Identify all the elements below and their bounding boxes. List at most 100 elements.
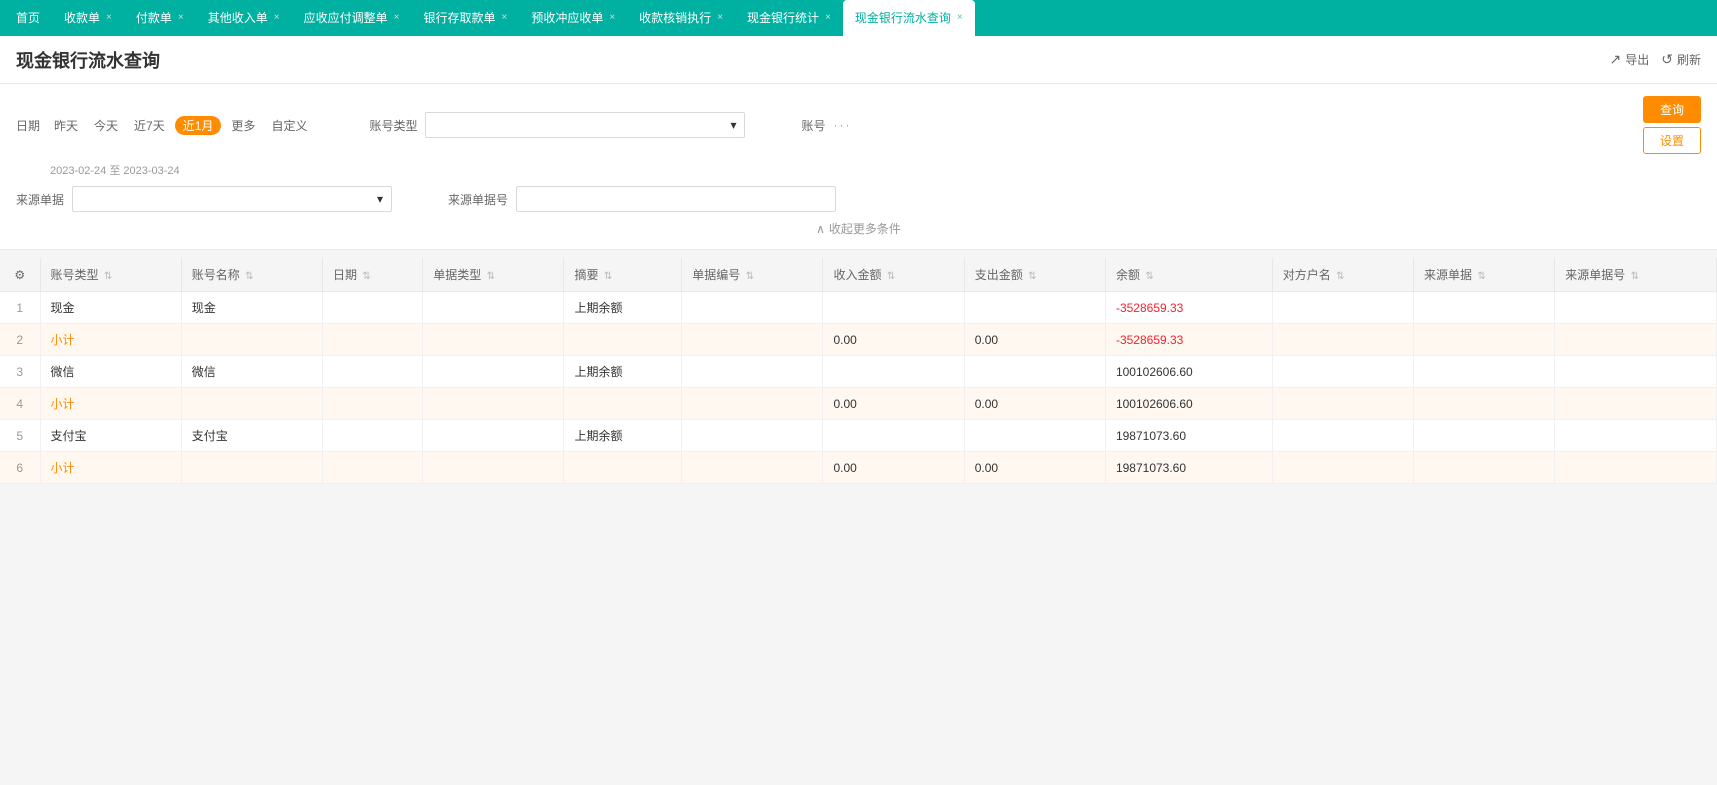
date-range-display: 2023-02-24 至 2023-03-24	[46, 162, 1701, 178]
col-account-name[interactable]: 账号名称 ⇅	[181, 258, 322, 292]
date-btn-more[interactable]: 更多	[225, 116, 261, 135]
close-icon[interactable]: ×	[609, 0, 615, 36]
sort-icon: ⇅	[1477, 271, 1485, 282]
cell-doc-no	[682, 356, 823, 388]
nav-tab-bank[interactable]: 银行存取款单 ×	[411, 0, 519, 36]
export-button[interactable]: ↗ 导出	[1610, 51, 1650, 68]
nav-tab-verify[interactable]: 收款核销执行 ×	[627, 0, 735, 36]
col-counterpart[interactable]: 对方户名 ⇅	[1272, 258, 1413, 292]
date-range-text: 2023-02-24 至 2023-03-24	[50, 165, 180, 177]
date-btn-7days[interactable]: 近7天	[128, 116, 171, 135]
date-filter: 日期 昨天 今天 近7天 近1月 更多 自定义	[16, 116, 313, 135]
source-doc-filter: 来源单据 ▾	[16, 186, 392, 212]
table-row: 5 支付宝 支付宝 上期余额 19871073.60	[0, 420, 1717, 452]
col-doc-no[interactable]: 单据编号 ⇅	[682, 258, 823, 292]
data-table: ⚙ 账号类型 ⇅ 账号名称 ⇅ 日期 ⇅ 单据类型 ⇅	[0, 258, 1717, 484]
page-header: 现金银行流水查询 ↗ 导出 ↺ 刷新	[0, 36, 1717, 84]
cell-summary	[564, 452, 682, 484]
cell-balance: -3528659.33	[1105, 292, 1272, 324]
setting-button[interactable]: 设置	[1643, 127, 1701, 154]
cell-account-name: 现金	[181, 292, 322, 324]
cell-source-doc-no	[1555, 292, 1717, 324]
nav-tab-others[interactable]: 其他收入单 ×	[196, 0, 292, 36]
cell-doc-no	[682, 324, 823, 356]
col-expense[interactable]: 支出金额 ⇅	[964, 258, 1105, 292]
close-icon[interactable]: ×	[501, 0, 507, 36]
cell-summary: 上期余额	[564, 420, 682, 452]
nav-tab-cashflow[interactable]: 现金银行流水查询 ×	[843, 0, 975, 36]
source-doc-no-label: 来源单据号	[448, 191, 508, 208]
source-doc-select[interactable]: ▾	[72, 186, 392, 212]
account-more-btn[interactable]: ···	[833, 118, 851, 132]
cell-counterpart	[1272, 388, 1413, 420]
close-icon[interactable]: ×	[394, 0, 400, 36]
sort-icon: ⇅	[1028, 271, 1036, 282]
nav-tab-shoudan[interactable]: 收款单 ×	[52, 0, 124, 36]
collapse-bar[interactable]: ∧ 收起更多条件	[16, 220, 1701, 237]
table-row: 1 现金 现金 上期余额 -3528659.33	[0, 292, 1717, 324]
nav-tab-prepay[interactable]: 预收冲应收单 ×	[519, 0, 627, 36]
close-icon[interactable]: ×	[178, 0, 184, 36]
date-label: 日期	[16, 117, 40, 134]
col-summary[interactable]: 摘要 ⇅	[564, 258, 682, 292]
nav-tab-stats[interactable]: 现金银行统计 ×	[735, 0, 843, 36]
cell-counterpart	[1272, 452, 1413, 484]
account-label: 账号	[801, 117, 825, 134]
nav-tab-fudan[interactable]: 付款单 ×	[124, 0, 196, 36]
cell-doc-type	[423, 292, 564, 324]
sort-icon: ⇅	[487, 271, 495, 282]
col-income[interactable]: 收入金额 ⇅	[823, 258, 964, 292]
filter-row-1: 日期 昨天 今天 近7天 近1月 更多 自定义 账号类型 ▾ 账号 ···	[16, 96, 1701, 154]
filter-area: 日期 昨天 今天 近7天 近1月 更多 自定义 账号类型 ▾ 账号 ···	[0, 84, 1717, 250]
source-doc-no-input[interactable]	[516, 186, 836, 212]
close-icon[interactable]: ×	[825, 0, 831, 36]
cell-source-doc	[1414, 452, 1555, 484]
date-btn-yesterday[interactable]: 昨天	[48, 116, 84, 135]
close-icon[interactable]: ×	[106, 0, 112, 36]
date-btn-custom[interactable]: 自定义	[265, 116, 313, 135]
cell-date	[322, 292, 422, 324]
cell-balance: 100102606.60	[1105, 388, 1272, 420]
date-btn-1month[interactable]: 近1月	[175, 116, 222, 135]
cell-income	[823, 292, 964, 324]
table-header: ⚙ 账号类型 ⇅ 账号名称 ⇅ 日期 ⇅ 单据类型 ⇅	[0, 258, 1717, 292]
date-btn-today[interactable]: 今天	[88, 116, 124, 135]
cell-income: 0.00	[823, 324, 964, 356]
cell-source-doc	[1414, 388, 1555, 420]
nav-home[interactable]: 首页	[4, 0, 52, 36]
close-icon[interactable]: ×	[957, 0, 963, 36]
cell-source-doc	[1414, 420, 1555, 452]
filter-row-2: 来源单据 ▾ 来源单据号	[16, 186, 1701, 212]
cell-date	[322, 388, 422, 420]
cell-income: 0.00	[823, 388, 964, 420]
query-button[interactable]: 查询	[1643, 96, 1701, 123]
cell-source-doc	[1414, 356, 1555, 388]
col-balance[interactable]: 余额 ⇅	[1105, 258, 1272, 292]
col-source-doc-no[interactable]: 来源单据号 ⇅	[1555, 258, 1717, 292]
sort-icon: ⇅	[1145, 271, 1153, 282]
close-icon[interactable]: ×	[274, 0, 280, 36]
cell-summary: 上期余额	[564, 292, 682, 324]
cell-income: 0.00	[823, 452, 964, 484]
cell-income	[823, 420, 964, 452]
account-type-select[interactable]: ▾	[425, 112, 745, 138]
nav-tab-adjust[interactable]: 应收应付调整单 ×	[292, 0, 412, 36]
cell-doc-type	[423, 388, 564, 420]
sort-icon: ⇅	[362, 271, 370, 282]
col-account-type[interactable]: 账号类型 ⇅	[40, 258, 181, 292]
refresh-button[interactable]: ↺ 刷新	[1661, 51, 1701, 68]
cell-balance: 19871073.60	[1105, 452, 1272, 484]
gear-icon[interactable]: ⚙	[14, 268, 25, 282]
account-filter: 账号 ···	[801, 117, 851, 134]
source-doc-no-filter: 来源单据号	[448, 186, 836, 212]
cell-source-doc	[1414, 324, 1555, 356]
cell-doc-type	[423, 420, 564, 452]
col-date[interactable]: 日期 ⇅	[322, 258, 422, 292]
sort-icon: ⇅	[746, 271, 754, 282]
close-icon[interactable]: ×	[717, 0, 723, 36]
col-doc-type[interactable]: 单据类型 ⇅	[423, 258, 564, 292]
col-gear[interactable]: ⚙	[0, 258, 40, 292]
cell-account-type: 小计	[40, 324, 181, 356]
col-source-doc[interactable]: 来源单据 ⇅	[1414, 258, 1555, 292]
action-buttons: 查询 设置	[1643, 96, 1701, 154]
